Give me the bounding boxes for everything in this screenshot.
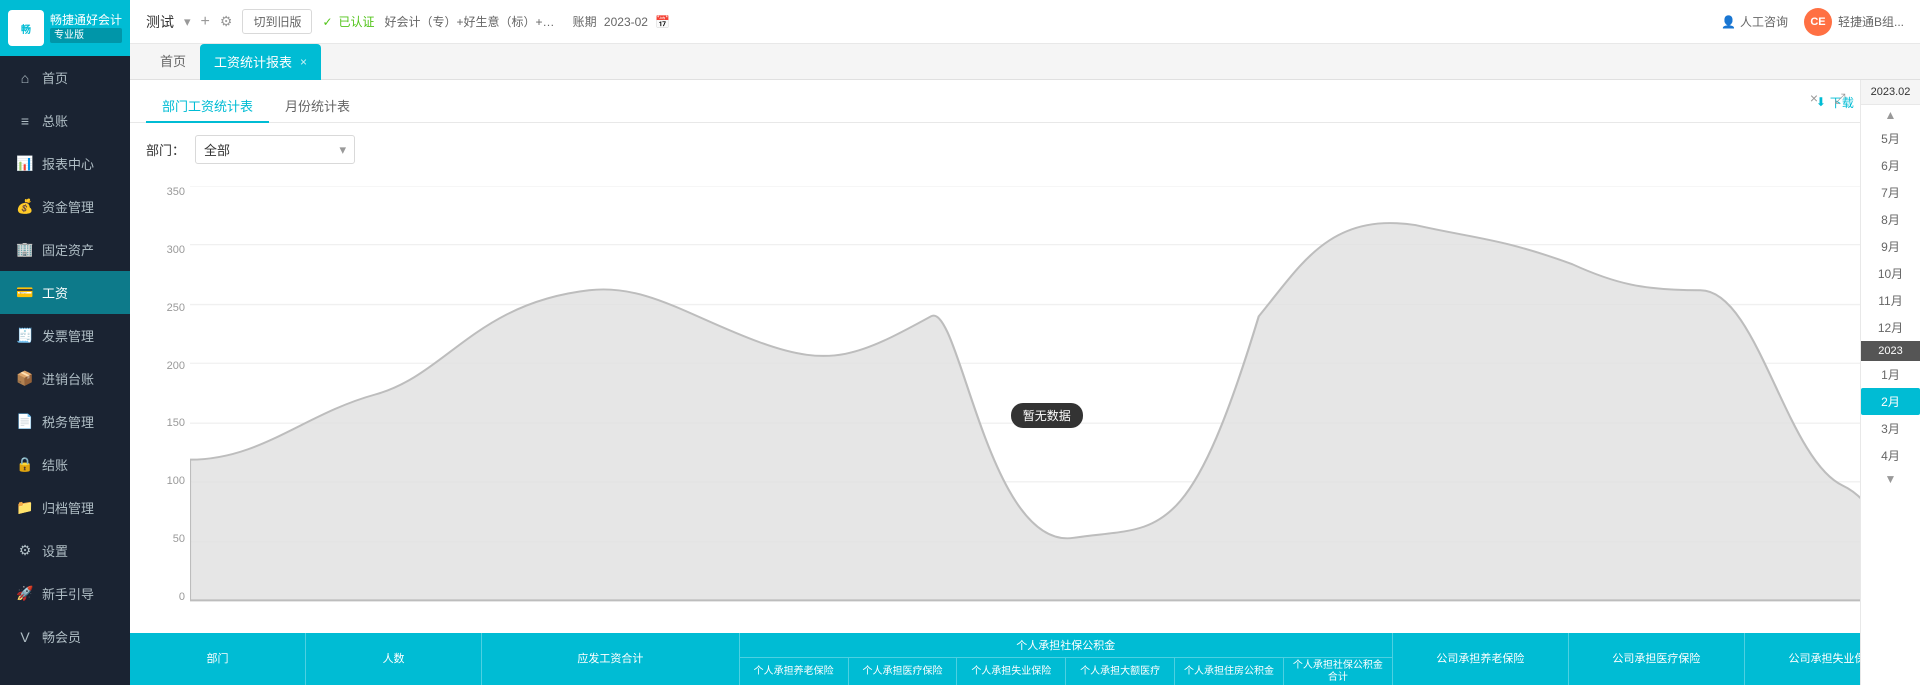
topbar-tags: 好会计（专）+好生意（标）+…: [385, 13, 555, 30]
chart-svg: [190, 186, 1900, 603]
content-area: × ⤢ 部门工资统计表 月份统计表 ⬇ 下载 ↻ 刷新: [130, 80, 1920, 685]
col-personal-total: 个人承担社保公积金合计: [1284, 658, 1392, 685]
asset-icon: 🏢: [16, 241, 34, 258]
month-6[interactable]: 6月: [1861, 152, 1920, 179]
sidebar-item-archive[interactable]: 📁 归档管理: [0, 486, 130, 529]
add-company-button[interactable]: +: [201, 13, 210, 31]
topbar-right: 👤 人工咨询 CE 轻捷通B组...: [1721, 8, 1904, 36]
switch-version-button[interactable]: 切到旧版: [242, 9, 312, 34]
settings-gear-icon[interactable]: ⚙: [220, 13, 233, 30]
help-button[interactable]: 👤 人工咨询: [1721, 13, 1788, 30]
topbar: 测试 ▾ + ⚙ 切到旧版 ✓ 已认证 好会计（专）+好生意（标）+… 账期 2…: [130, 0, 1920, 44]
col-personal-unemployment: 个人承担失业保险: [957, 658, 1066, 685]
logo-text: 畅捷通好会计 专业版: [50, 13, 122, 44]
month-2-active[interactable]: 2月: [1861, 388, 1920, 415]
col-people: 人数: [306, 633, 482, 685]
cert-icon: ✓: [322, 15, 332, 29]
col-group-personal-insurance: 个人承担社保公积金 个人承担养老保险 个人承担医疗保险 个人承担失业保险 个人承…: [740, 633, 1393, 685]
col-dept: 部门: [130, 633, 306, 685]
guide-icon: 🚀: [16, 585, 34, 602]
month-7[interactable]: 7月: [1861, 179, 1920, 206]
sales-icon: 📦: [16, 370, 34, 387]
help-icon: 👤: [1721, 15, 1736, 29]
sidebar-item-ledger[interactable]: ≡ 总账: [0, 99, 130, 142]
dept-filter-label: 部门：: [146, 140, 185, 159]
sidebar-item-capital[interactable]: 💰 资金管理: [0, 185, 130, 228]
member-icon: V: [16, 629, 34, 645]
archive-icon: 📁: [16, 499, 34, 516]
calendar-icon[interactable]: 📅: [655, 15, 670, 29]
sidebar-item-sales[interactable]: 📦 进销台账: [0, 357, 130, 400]
table-header: 部门 人数 应发工资合计 个人承担社保公积金 个人承担养老保险 个人承担医疗保险: [130, 633, 1920, 685]
right-panel-down-button[interactable]: ▼: [1881, 469, 1901, 489]
sidebar: 畅 畅捷通好会计 专业版 ⌂ 首页 ≡ 总账 📊 报表中心 💰 资金管理 🏢 固…: [0, 0, 130, 685]
tabbar: 首页 工资统计报表 ×: [130, 44, 1920, 80]
invoice-icon: 🧾: [16, 327, 34, 344]
chart-wrapper: 350 300 250 200 150 100 50 0: [150, 176, 1900, 633]
settings-icon: ⚙: [16, 542, 34, 559]
select-arrow-icon: ▾: [339, 142, 346, 158]
tab-salary-report[interactable]: 工资统计报表 ×: [200, 44, 321, 80]
year-2023[interactable]: 2023: [1861, 341, 1920, 361]
col-personal-major-medical: 个人承担大额医疗: [1066, 658, 1175, 685]
company-dropdown-icon[interactable]: ▾: [184, 14, 191, 30]
main-area: 测试 ▾ + ⚙ 切到旧版 ✓ 已认证 好会计（专）+好生意（标）+… 账期 2…: [130, 0, 1920, 685]
chart-area: 暂无数据: [190, 186, 1900, 603]
company-name: 测试: [146, 12, 174, 32]
month-5[interactable]: 5月: [1861, 125, 1920, 152]
chart-container: 350 300 250 200 150 100 50 0: [130, 176, 1920, 633]
col-company-medical: 公司承担医疗保险: [1569, 633, 1745, 685]
month-1[interactable]: 1月: [1861, 361, 1920, 388]
close-acc-icon: 🔒: [16, 456, 34, 473]
month-3[interactable]: 3月: [1861, 415, 1920, 442]
sidebar-logo: 畅 畅捷通好会计 专业版: [0, 0, 130, 56]
sidebar-item-report[interactable]: 📊 报表中心: [0, 142, 130, 185]
capital-icon: 💰: [16, 198, 34, 215]
col-personal-housing-fund: 个人承担住房公积金: [1175, 658, 1284, 685]
month-4[interactable]: 4月: [1861, 442, 1920, 469]
sidebar-item-close[interactable]: 🔒 结账: [0, 443, 130, 486]
col-company-pension: 公司承担养老保险: [1393, 633, 1569, 685]
sidebar-item-tax[interactable]: 📄 税务管理: [0, 400, 130, 443]
month-11[interactable]: 11月: [1861, 287, 1920, 314]
user-menu[interactable]: CE 轻捷通B组...: [1804, 8, 1904, 36]
salary-icon: 💳: [16, 284, 34, 301]
subtab-monthly[interactable]: 月份统计表: [269, 90, 366, 123]
ledger-icon: ≡: [16, 113, 34, 129]
period-label: 账期 2023-02 📅: [573, 13, 671, 30]
col-total-salary: 应发工资合计: [482, 633, 740, 685]
cert-status: ✓ 已认证: [322, 13, 374, 30]
tax-icon: 📄: [16, 413, 34, 430]
sidebar-item-invoice[interactable]: 🧾 发票管理: [0, 314, 130, 357]
month-12[interactable]: 12月: [1861, 314, 1920, 341]
sidebar-item-member[interactable]: V 畅会员: [0, 615, 130, 658]
month-10[interactable]: 10月: [1861, 260, 1920, 287]
sidebar-item-asset[interactable]: 🏢 固定资产: [0, 228, 130, 271]
month-9[interactable]: 9月: [1861, 233, 1920, 260]
expand-panel-button[interactable]: ⤢: [1830, 88, 1850, 108]
home-icon: ⌂: [16, 70, 34, 86]
sidebar-item-settings[interactable]: ⚙ 设置: [0, 529, 130, 572]
right-panel: 2023.02 ▲ 5月 6月 7月 8月 9月 10月 11月 12月 202…: [1860, 80, 1920, 685]
chart-y-labels: 350 300 250 200 150 100 50 0: [150, 186, 185, 603]
panel-controls: × ⤢: [1804, 88, 1850, 108]
right-panel-header: 2023.02: [1861, 80, 1920, 105]
col-personal-medical: 个人承担医疗保险: [849, 658, 958, 685]
sidebar-item-guide[interactable]: 🚀 新手引导: [0, 572, 130, 615]
month-8[interactable]: 8月: [1861, 206, 1920, 233]
close-panel-button[interactable]: ×: [1804, 88, 1824, 108]
logo-icon: 畅: [8, 10, 44, 46]
dept-filter-select[interactable]: 全部 ▾: [195, 135, 355, 164]
tab-close-icon[interactable]: ×: [300, 55, 307, 69]
sidebar-item-salary[interactable]: 💳 工资: [0, 271, 130, 314]
sidebar-item-home[interactable]: ⌂ 首页: [0, 56, 130, 99]
subtabs: 部门工资统计表 月份统计表 ⬇ 下载 ↻ 刷新: [130, 80, 1920, 123]
avatar: CE: [1804, 8, 1832, 36]
filterbar: 部门： 全部 ▾: [130, 123, 1920, 176]
tab-home[interactable]: 首页: [146, 44, 200, 80]
col-personal-pension: 个人承担养老保险: [740, 658, 849, 685]
report-icon: 📊: [16, 155, 34, 172]
right-panel-up-button[interactable]: ▲: [1881, 105, 1901, 125]
subtab-dept[interactable]: 部门工资统计表: [146, 90, 269, 123]
